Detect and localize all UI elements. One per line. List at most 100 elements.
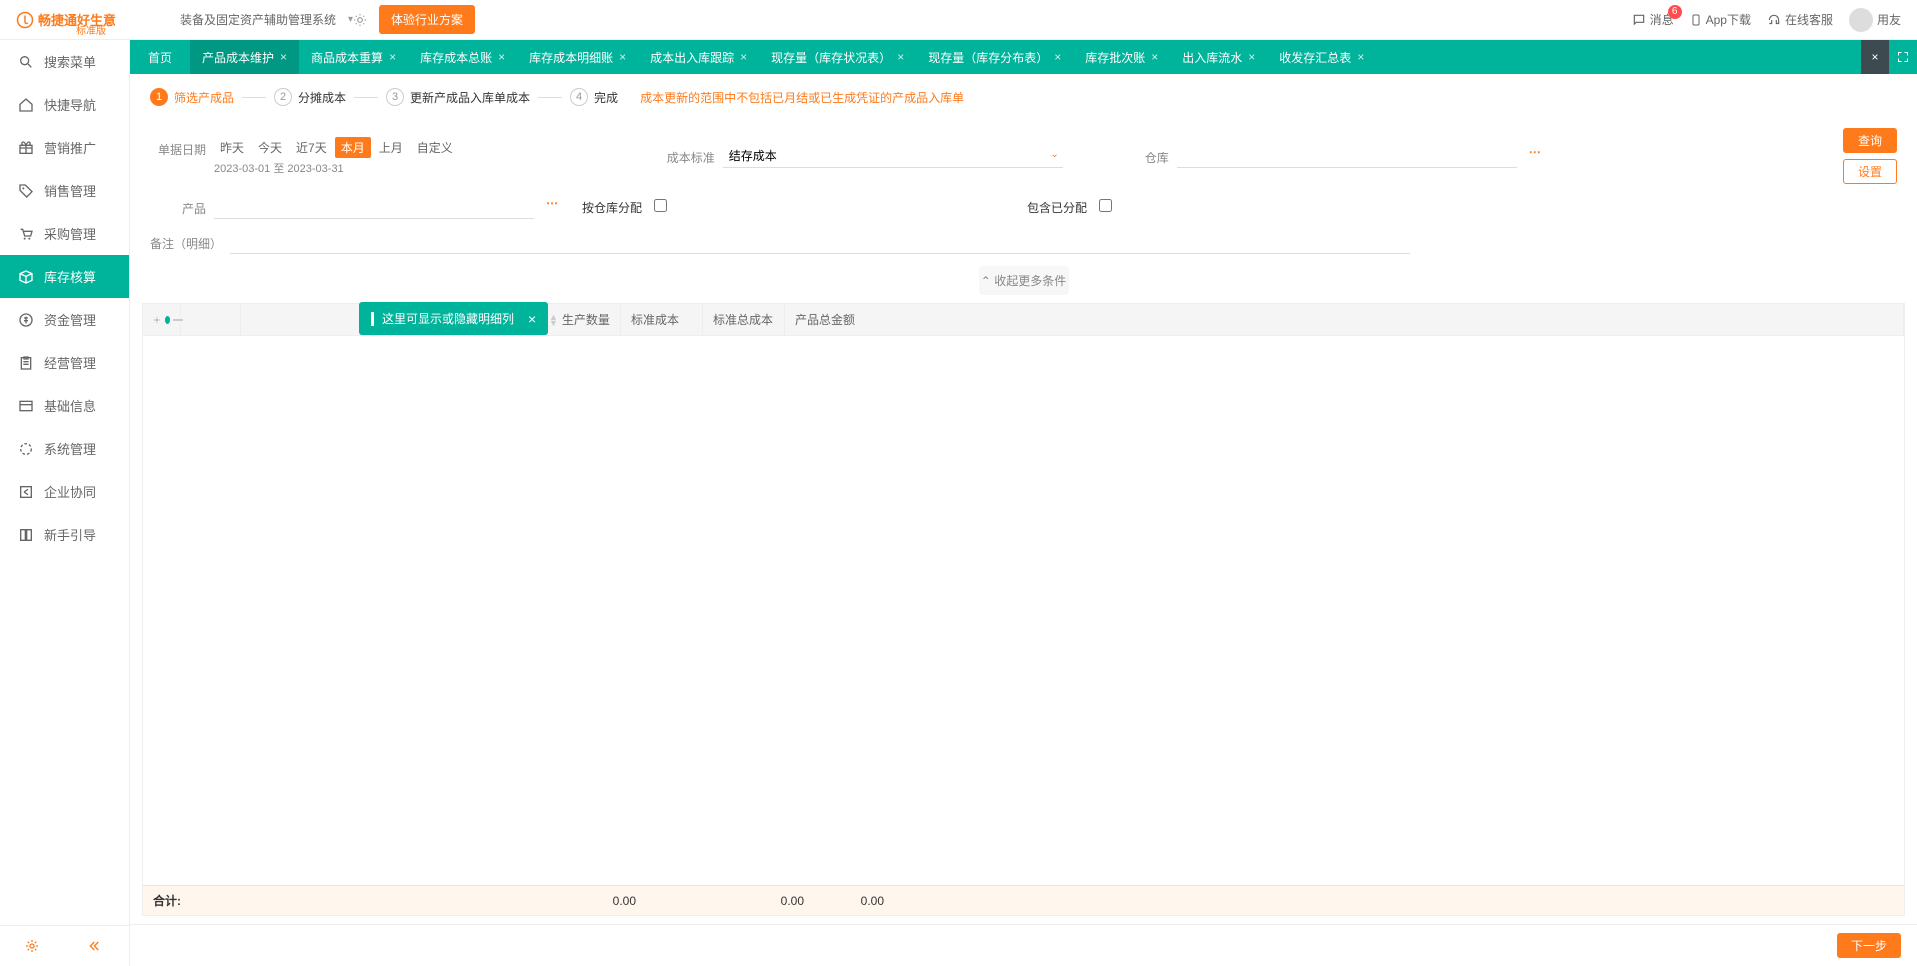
sidebar-item-collab[interactable]: 企业协同 (0, 470, 129, 513)
close-icon[interactable]: × (897, 50, 904, 64)
tab-label: 现存量（库存状况表） (771, 49, 891, 66)
close-icon[interactable]: × (1248, 50, 1255, 64)
by-warehouse-checkbox[interactable] (654, 199, 667, 212)
toggle-icon (165, 316, 170, 324)
warehouse-input[interactable] (1177, 145, 1517, 168)
system-select[interactable]: 装备及固定资产辅助管理系统 ▾ (180, 11, 353, 28)
preset-7days[interactable]: 近7天 (290, 137, 333, 158)
trial-button[interactable]: 体验行业方案 (379, 5, 475, 34)
total-label: 合计: (143, 892, 191, 909)
tab-home[interactable]: 首页 (130, 40, 190, 74)
tabbar: 首页 产品成本维护 × 商品成本重算× 库存成本总账× 库存成本明细账× 成本出入… (130, 40, 1917, 74)
more-icon[interactable]: ⋯ (542, 196, 562, 210)
close-icon[interactable]: × (1151, 50, 1158, 64)
remark-label: 备注（明细） (150, 231, 222, 252)
sidebar-item-label: 采购管理 (44, 224, 96, 243)
sidebar-item-label: 经营管理 (44, 353, 96, 372)
support-label: 在线客服 (1785, 11, 1833, 28)
column-header-amount[interactable]: 产品总金额 (785, 304, 1904, 335)
sidebar-item-label: 库存核算 (44, 267, 96, 286)
settings-icon[interactable] (24, 938, 40, 954)
tab-stock-status[interactable]: 现存量（库存状况表） × (759, 40, 916, 74)
headset-icon (1767, 13, 1781, 27)
product-input[interactable] (214, 196, 534, 219)
support-button[interactable]: 在线客服 (1767, 11, 1833, 28)
clipboard-icon (18, 355, 34, 371)
user-menu[interactable]: 用友 (1849, 8, 1901, 32)
tab-detail-ledger[interactable]: 库存成本明细账× (517, 40, 638, 74)
sidebar-item-label: 资金管理 (44, 310, 96, 329)
date-label: 单据日期 (150, 137, 206, 158)
user-name: 用友 (1877, 11, 1901, 28)
close-icon[interactable]: × (740, 50, 747, 64)
tab-product-cost[interactable]: 产品成本维护 × (190, 40, 299, 74)
close-icon[interactable]: × (528, 311, 536, 327)
close-all-tabs-button[interactable]: × (1861, 40, 1889, 74)
preset-yesterday[interactable]: 昨天 (214, 137, 250, 158)
collapse-icon[interactable] (89, 938, 105, 954)
sidebar-item-system[interactable]: 系统管理 (0, 427, 129, 470)
column-header[interactable] (181, 304, 241, 335)
preset-today[interactable]: 今天 (252, 137, 288, 158)
sidebar-item-basedata[interactable]: 基础信息 (0, 384, 129, 427)
settings-button[interactable]: 设置 (1843, 159, 1897, 184)
close-icon[interactable]: × (498, 50, 505, 64)
avatar-icon (1849, 8, 1873, 32)
filter-warehouse: 仓库 ⋯ (1113, 145, 1545, 168)
sidebar-item-funds[interactable]: 资金管理 (0, 298, 129, 341)
column-header-stdcost[interactable]: 标准成本 (621, 304, 703, 335)
column-settings-button[interactable] (143, 304, 181, 335)
more-icon[interactable]: ⋯ (1525, 145, 1545, 159)
sidebar-item-quicknav[interactable]: 快捷导航 (0, 83, 129, 126)
sidebar-item-marketing[interactable]: 营销推广 (0, 126, 129, 169)
tab-batch[interactable]: 库存批次账 × (1073, 40, 1170, 74)
app-download-button[interactable]: App下载 (1690, 11, 1751, 28)
close-icon[interactable]: × (280, 50, 287, 64)
close-icon[interactable]: × (1054, 50, 1061, 64)
tab-recalc[interactable]: 商品成本重算× (299, 40, 408, 74)
tab-label: 库存批次账 (1085, 49, 1145, 66)
bottom-bar: 下一步 (130, 924, 1917, 966)
close-icon[interactable]: × (1357, 50, 1364, 64)
sidebar-item-purchase[interactable]: 采购管理 (0, 212, 129, 255)
sidebar-item-label: 基础信息 (44, 396, 96, 415)
close-icon[interactable]: × (389, 50, 396, 64)
sidebar-item-operations[interactable]: 经营管理 (0, 341, 129, 384)
next-button[interactable]: 下一步 (1837, 933, 1901, 958)
cycle-icon (18, 441, 34, 457)
home-icon (18, 97, 34, 113)
preset-custom[interactable]: 自定义 (411, 137, 459, 158)
preset-lastmonth[interactable]: 上月 (373, 137, 409, 158)
step-num: 3 (386, 88, 404, 106)
sidebar-item-guide[interactable]: 新手引导 (0, 513, 129, 556)
date-range: 2023-03-01 至 2023-03-31 (214, 160, 459, 176)
sidebar-item-inventory[interactable]: 库存核算 (0, 255, 129, 298)
column-header[interactable] (241, 304, 371, 335)
query-button[interactable]: 查询 (1843, 128, 1897, 153)
step-num: 2 (274, 88, 292, 106)
step-sep (538, 97, 562, 98)
sidebar-item-search[interactable]: 搜索菜单 (0, 40, 129, 83)
tab-flow[interactable]: 出入库流水× (1170, 40, 1267, 74)
step-num: 1 (150, 88, 168, 106)
sidebar-item-sales[interactable]: 销售管理 (0, 169, 129, 212)
column-header-qty[interactable]: ▲▼生产数量 (539, 304, 621, 335)
messages-button[interactable]: 消息 6 (1632, 11, 1674, 28)
close-icon[interactable]: × (619, 50, 626, 64)
tab-summary[interactable]: 收发存汇总表× (1267, 40, 1376, 74)
tab-stock-dist[interactable]: 现存量（库存分布表）× (916, 40, 1073, 74)
step-sep (354, 97, 378, 98)
collapse-button[interactable]: ⌃ 收起更多条件 (979, 266, 1069, 295)
fullscreen-button[interactable] (1889, 40, 1917, 74)
include-allocated-checkbox[interactable] (1099, 199, 1112, 212)
tab-label: 产品成本维护 (202, 49, 274, 66)
preset-month[interactable]: 本月 (335, 137, 371, 158)
cost-std-input[interactable] (723, 145, 1063, 168)
sidebar-item-label: 新手引导 (44, 525, 96, 544)
column-header-stdtotal[interactable]: 标准总成本 (703, 304, 785, 335)
remark-input[interactable] (230, 231, 1410, 254)
tab-cost-track[interactable]: 成本出入库跟踪× (638, 40, 759, 74)
gear-icon[interactable] (353, 13, 367, 27)
step-2: 2 分摊成本 (274, 88, 346, 106)
tab-ledger[interactable]: 库存成本总账× (408, 40, 517, 74)
